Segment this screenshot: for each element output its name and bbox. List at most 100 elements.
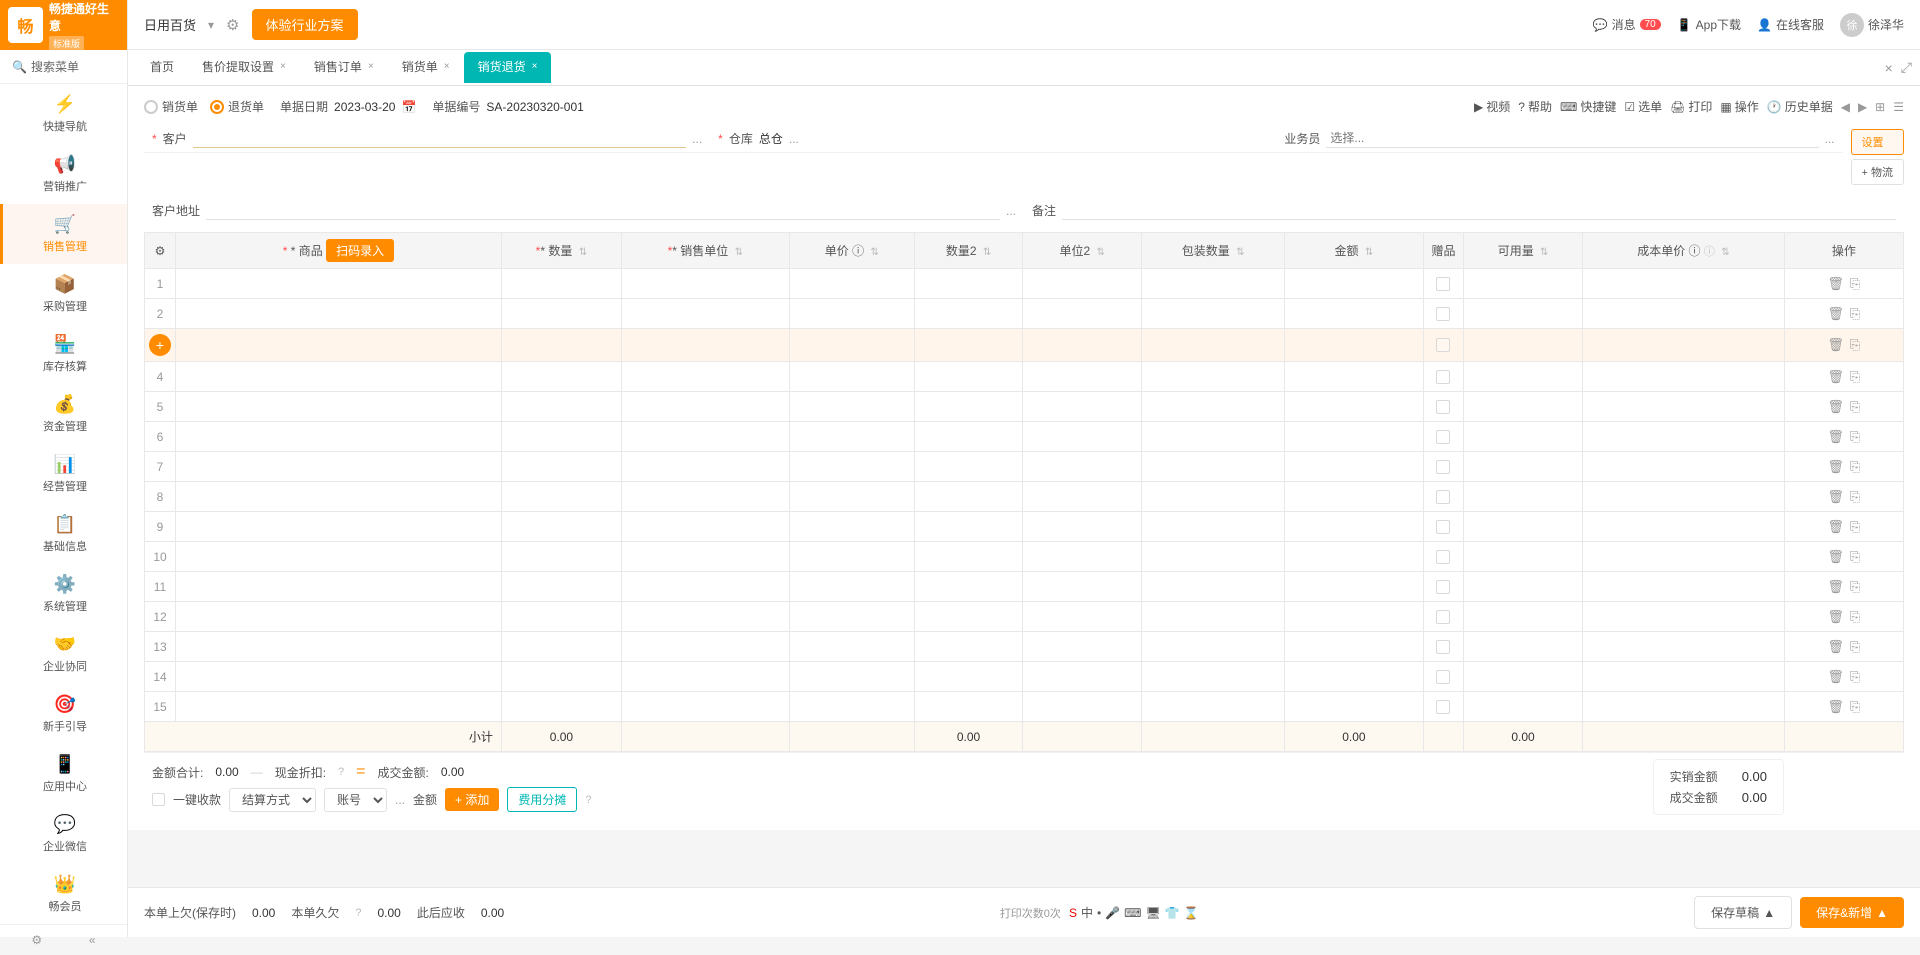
row-9-qty2[interactable] <box>914 512 1022 542</box>
row-12-product[interactable] <box>176 602 502 632</box>
row-10-gift-checkbox[interactable] <box>1436 550 1450 564</box>
row-15-qty[interactable] <box>501 692 621 722</box>
row-9-delete-icon[interactable]: 🗑 <box>1827 519 1844 535</box>
sidebar-item-sales[interactable]: 🛒 销售管理 <box>0 204 127 264</box>
row-7-amount[interactable] <box>1284 452 1423 482</box>
sidebar-item-operations[interactable]: 📊 经营管理 <box>0 444 127 504</box>
row-5-amount[interactable] <box>1284 392 1423 422</box>
row-8-product[interactable] <box>176 482 502 512</box>
row-12-qty2[interactable] <box>914 602 1022 632</box>
sidebar-item-basic-info[interactable]: 📋 基础信息 <box>0 504 127 564</box>
logistics-button[interactable]: + 物流 <box>1851 159 1904 185</box>
address-input[interactable] <box>206 201 1000 220</box>
row-6-product[interactable] <box>176 422 502 452</box>
video-btn[interactable]: ▶ 视频 <box>1474 98 1510 115</box>
customer-dots[interactable]: ... <box>692 132 702 146</box>
operate-btn[interactable]: ▦ 操作 <box>1720 98 1758 115</box>
row-14-gift[interactable] <box>1423 662 1463 692</box>
settlement-method-select[interactable]: 结算方式 <box>229 788 316 812</box>
row-9-qty[interactable] <box>501 512 621 542</box>
row-14-delete-icon[interactable]: 🗑 <box>1827 669 1844 685</box>
row-13-unit2[interactable] <box>1023 632 1142 662</box>
row-13-qty2[interactable] <box>914 632 1022 662</box>
cash-discount-help-icon[interactable]: ? <box>338 766 344 778</box>
row-1-unit[interactable] <box>621 269 789 299</box>
row-13-price[interactable] <box>789 632 914 662</box>
row-4-delete-icon[interactable]: 🗑 <box>1827 369 1844 385</box>
row-13-product[interactable] <box>176 632 502 662</box>
row-1-product-input[interactable] <box>180 277 497 291</box>
row-10-delete-icon[interactable]: 🗑 <box>1827 549 1844 565</box>
row-3-qty2[interactable] <box>914 329 1022 362</box>
row-12-gift-checkbox[interactable] <box>1436 610 1450 624</box>
row-4-copy-icon[interactable]: ⎘ <box>1850 369 1860 385</box>
online-service-button[interactable]: 👤 在线客服 <box>1757 16 1824 33</box>
row-8-qty[interactable] <box>501 482 621 512</box>
tab-sales-order[interactable]: 销售订单 × <box>300 52 388 83</box>
row-12-delete-icon[interactable]: 🗑 <box>1827 609 1844 625</box>
input-icon3[interactable]: 🎤 <box>1105 906 1120 920</box>
expense-split-button[interactable]: 费用分摊 <box>507 787 577 812</box>
input-icon4[interactable]: ⌨ <box>1124 906 1141 920</box>
row-7-price[interactable] <box>789 452 914 482</box>
sidebar-item-guide[interactable]: 🎯 新手引导 <box>0 684 127 744</box>
row-6-pack[interactable] <box>1142 422 1285 452</box>
row-11-price[interactable] <box>789 572 914 602</box>
row-9-unit2[interactable] <box>1023 512 1142 542</box>
row-13-gift-checkbox[interactable] <box>1436 640 1450 654</box>
row-9-copy-icon[interactable]: ⎘ <box>1850 519 1860 535</box>
row-7-qty[interactable] <box>501 452 621 482</box>
row-8-gift-checkbox[interactable] <box>1436 490 1450 504</box>
tab-price-setting[interactable]: 售价提取设置 × <box>188 52 300 83</box>
row-4-unit[interactable] <box>621 362 789 392</box>
sidebar-item-app-center[interactable]: 📱 应用中心 <box>0 744 127 804</box>
row-4-unit2[interactable] <box>1023 362 1142 392</box>
row-12-pack[interactable] <box>1142 602 1285 632</box>
row-11-product[interactable] <box>176 572 502 602</box>
row-15-gift-checkbox[interactable] <box>1436 700 1450 714</box>
row-5-unit2[interactable] <box>1023 392 1142 422</box>
row-2-amount[interactable] <box>1284 299 1423 329</box>
row-2-pack[interactable] <box>1142 299 1285 329</box>
row-9-unit[interactable] <box>621 512 789 542</box>
row-8-price[interactable] <box>789 482 914 512</box>
row-4-qty2[interactable] <box>914 362 1022 392</box>
list-view-icon[interactable]: ☰ <box>1893 100 1904 114</box>
row-3-price[interactable] <box>789 329 914 362</box>
row-12-unit2[interactable] <box>1023 602 1142 632</box>
row-8-amount[interactable] <box>1284 482 1423 512</box>
row-7-pack[interactable] <box>1142 452 1285 482</box>
row-1-copy-icon[interactable]: ⎘ <box>1850 276 1860 292</box>
row-9-gift[interactable] <box>1423 512 1463 542</box>
row-11-pack[interactable] <box>1142 572 1285 602</box>
remark-input[interactable] <box>1062 201 1896 220</box>
sidebar-item-enterprise[interactable]: 🤝 企业协同 <box>0 624 127 684</box>
row-1-price[interactable] <box>789 269 914 299</box>
row-6-gift[interactable] <box>1423 422 1463 452</box>
row-10-pack[interactable] <box>1142 542 1285 572</box>
row-11-amount[interactable] <box>1284 572 1423 602</box>
row-14-gift-checkbox[interactable] <box>1436 670 1450 684</box>
row-1-unit2[interactable] <box>1023 269 1142 299</box>
row-1-pack[interactable] <box>1142 269 1285 299</box>
input-icon7[interactable]: ⌛ <box>1184 906 1199 920</box>
row-3-gift[interactable] <box>1423 329 1463 362</box>
calendar-icon[interactable]: 📅 <box>401 100 416 114</box>
row-9-amount[interactable] <box>1284 512 1423 542</box>
tab-price-setting-close[interactable]: × <box>280 61 286 72</box>
shortcuts-btn[interactable]: ⌨ 快捷键 <box>1560 98 1616 115</box>
row-6-qty2[interactable] <box>914 422 1022 452</box>
row-12-amount[interactable] <box>1284 602 1423 632</box>
row-7-gift-checkbox[interactable] <box>1436 460 1450 474</box>
print-btn[interactable]: 🖨 打印 <box>1670 98 1712 115</box>
row-6-amount[interactable] <box>1284 422 1423 452</box>
row-8-gift[interactable] <box>1423 482 1463 512</box>
row-14-qty2[interactable] <box>914 662 1022 692</box>
row-7-product[interactable] <box>176 452 502 482</box>
row-1-qty2[interactable] <box>914 269 1022 299</box>
row-12-copy-icon[interactable]: ⎘ <box>1850 609 1860 625</box>
total-due-label[interactable]: 本单久欠 <box>291 904 339 921</box>
row-5-qty2[interactable] <box>914 392 1022 422</box>
row-10-amount[interactable] <box>1284 542 1423 572</box>
return-radio[interactable]: 退货单 <box>210 98 264 115</box>
